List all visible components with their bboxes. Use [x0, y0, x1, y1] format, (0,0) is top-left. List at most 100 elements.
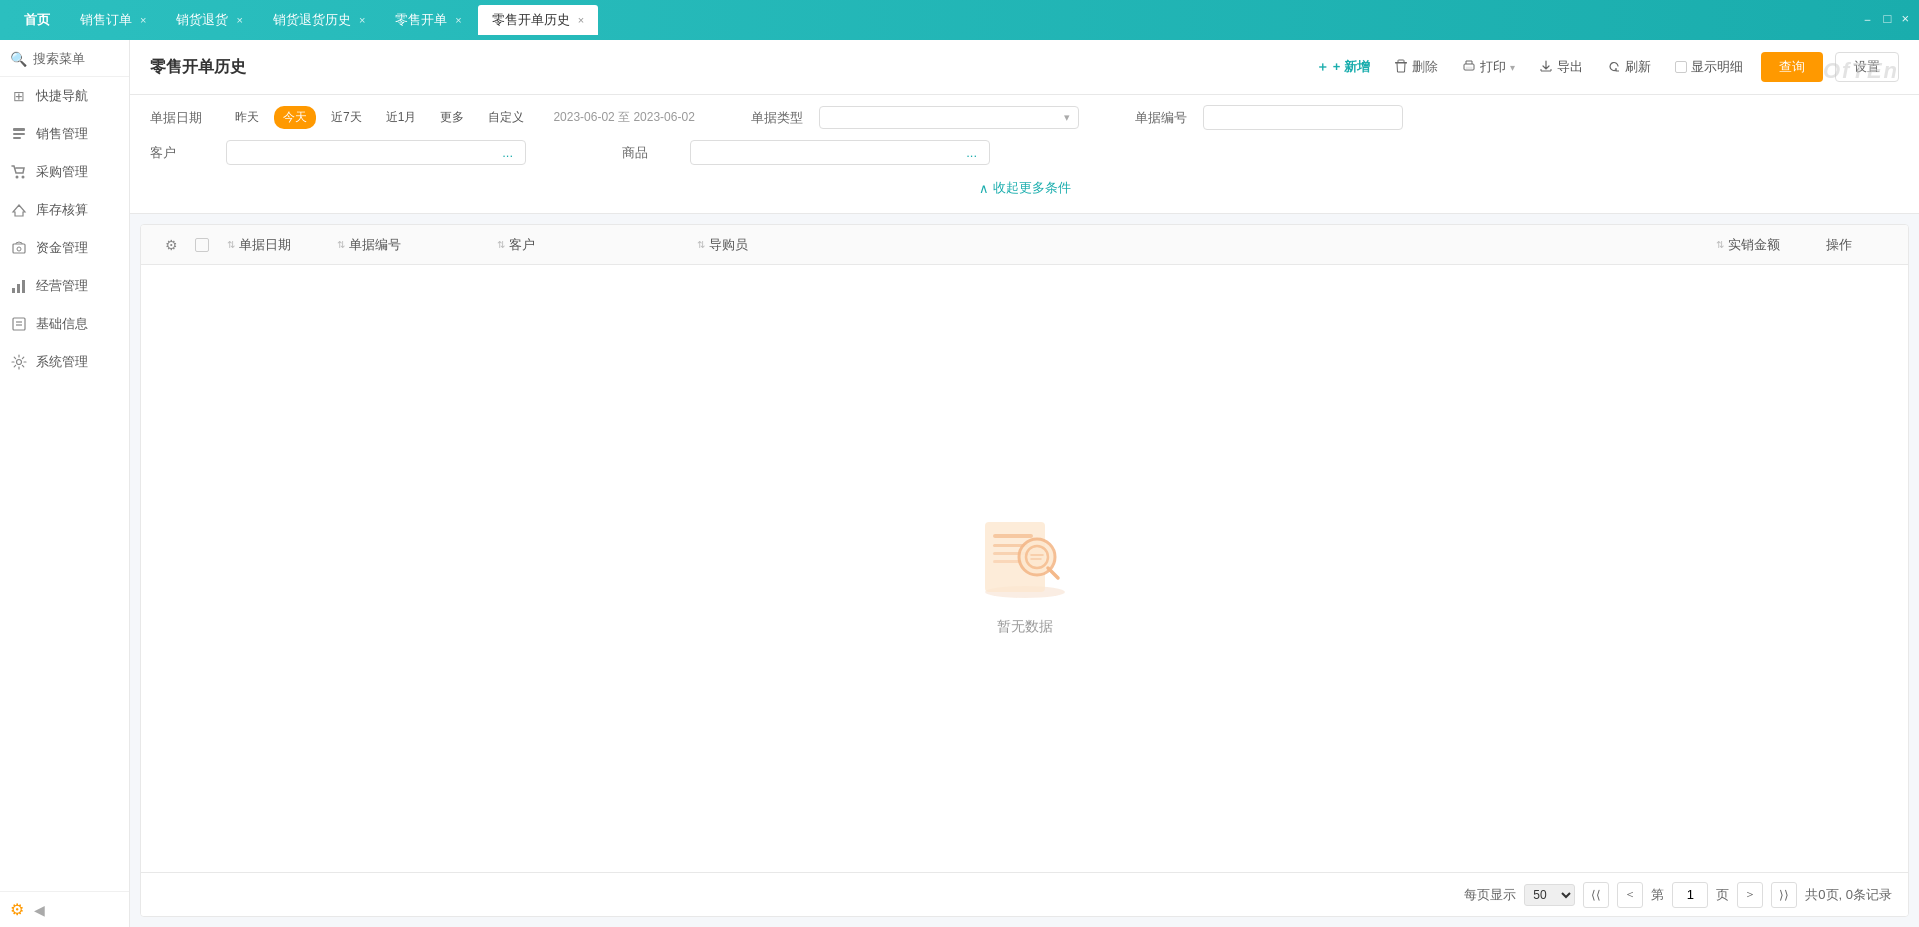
page-title-row: 零售开单历史 ＋ + 新增 删除: [150, 52, 1899, 82]
tab-sales-return-label: 销货退货: [176, 11, 228, 29]
purchase-mgmt-icon: [10, 163, 28, 181]
order-type-select[interactable]: ▾: [819, 106, 1079, 129]
close-button[interactable]: ×: [1901, 11, 1909, 29]
date-btn-today[interactable]: 今天: [274, 106, 316, 129]
svg-rect-7: [12, 288, 15, 293]
select-all-checkbox[interactable]: [195, 238, 209, 252]
export-button[interactable]: 导出: [1533, 54, 1589, 80]
th-action: 操作: [1818, 236, 1898, 254]
tab-retail-open[interactable]: 零售开单 ×: [381, 5, 475, 35]
tab-home[interactable]: 首页: [10, 5, 64, 35]
goods-dots-button[interactable]: ...: [962, 145, 981, 160]
filter-row-date: 单据日期 昨天 今天 近7天 近1月 更多 自定义 2023-06-02 至 2…: [150, 105, 1899, 130]
date-btn-1month[interactable]: 近1月: [377, 106, 426, 129]
order-type-chevron-icon: ▾: [1064, 111, 1070, 124]
last-page-button[interactable]: ⟩⟩: [1771, 882, 1797, 908]
sidebar-item-label: 系统管理: [36, 353, 88, 371]
content-area: 零售开单历史 ＋ + 新增 删除: [130, 40, 1919, 927]
th-order-no: ⇅ 单据编号: [329, 236, 489, 254]
page-header: 零售开单历史 ＋ + 新增 删除: [130, 40, 1919, 95]
sidebar-item-label: 资金管理: [36, 239, 88, 257]
goods-filter-label: 商品: [622, 144, 682, 162]
sys-mgmt-icon: [10, 353, 28, 371]
th-sort-icon[interactable]: ⇅: [227, 239, 235, 250]
sidebar-collapse-button[interactable]: ◀: [34, 902, 45, 918]
sidebar-item-basic-info[interactable]: 基础信息: [0, 305, 129, 343]
add-button[interactable]: ＋ + 新增: [1310, 54, 1376, 80]
date-btn-yesterday[interactable]: 昨天: [226, 106, 268, 129]
sidebar-item-inventory[interactable]: 库存核算: [0, 191, 129, 229]
sidebar: 🔍 搜索菜单 ⊞ 快捷导航 销售管理 采购管理 库存核算: [0, 40, 130, 927]
date-range-display: 2023-06-02 至 2023-06-02: [553, 109, 694, 126]
query-button[interactable]: 查询: [1761, 52, 1823, 82]
tab-sales-return-history[interactable]: 销货退货历史 ×: [259, 5, 379, 35]
sidebar-item-finance[interactable]: 资金管理: [0, 229, 129, 267]
svg-point-13: [17, 360, 22, 365]
per-page-label: 每页显示: [1464, 886, 1516, 904]
sidebar-item-label: 快捷导航: [36, 87, 88, 105]
display-detail-button[interactable]: 显示明细: [1669, 54, 1749, 80]
tab-sales-order-close[interactable]: ×: [140, 14, 146, 26]
customer-input-wrap[interactable]: ...: [226, 140, 526, 165]
delete-button[interactable]: 删除: [1388, 54, 1444, 80]
tab-retail-open-close[interactable]: ×: [455, 14, 461, 26]
date-btn-7days[interactable]: 近7天: [322, 106, 371, 129]
filter-row-customer: 客户 ... 商品 ...: [150, 140, 1899, 165]
column-settings-icon[interactable]: ⚙: [159, 237, 184, 253]
sidebar-item-quick-nav[interactable]: ⊞ 快捷导航: [0, 77, 129, 115]
tab-sales-return-history-close[interactable]: ×: [359, 14, 365, 26]
th-checkbox-cell: [187, 238, 219, 252]
sidebar-item-sales-mgmt[interactable]: 销售管理: [0, 115, 129, 153]
filter-area: 单据日期 昨天 今天 近7天 近1月 更多 自定义 2023-06-02 至 2…: [130, 95, 1919, 214]
first-page-button[interactable]: ⟨⟨: [1583, 882, 1609, 908]
th-sort-icon[interactable]: ⇅: [497, 239, 505, 250]
th-sort-icon[interactable]: ⇅: [697, 239, 705, 250]
svg-rect-16: [1466, 67, 1472, 69]
sidebar-item-operation[interactable]: 经营管理: [0, 267, 129, 305]
date-btn-custom[interactable]: 自定义: [479, 106, 533, 129]
operation-icon: [10, 277, 28, 295]
export-label: 导出: [1557, 58, 1583, 76]
tab-sales-order[interactable]: 销售订单 ×: [66, 5, 160, 35]
print-dropdown-icon[interactable]: ▾: [1510, 62, 1515, 73]
svg-point-4: [22, 176, 25, 179]
svg-line-25: [1048, 568, 1058, 578]
print-label: 打印: [1480, 58, 1506, 76]
sidebar-item-label: 库存核算: [36, 201, 88, 219]
minimize-button[interactable]: －: [1861, 11, 1874, 29]
th-order-no-label: 单据编号: [349, 236, 401, 254]
th-customer-label: 客户: [509, 236, 535, 254]
page-number-input[interactable]: 1: [1672, 882, 1708, 908]
goods-input-wrap[interactable]: ...: [690, 140, 990, 165]
maximize-button[interactable]: □: [1884, 11, 1892, 29]
toolbar: ＋ + 新增 删除 打印 ▾: [1310, 52, 1899, 82]
print-button[interactable]: 打印 ▾: [1456, 54, 1521, 80]
setting-button[interactable]: 设置: [1835, 52, 1899, 82]
sidebar-gear-button[interactable]: ⚙: [10, 900, 24, 919]
next-page-button[interactable]: ＞: [1737, 882, 1763, 908]
sidebar-item-label: 销售管理: [36, 125, 88, 143]
refresh-button[interactable]: 刷新: [1601, 54, 1657, 80]
finance-icon: [10, 239, 28, 257]
date-btn-more[interactable]: 更多: [431, 106, 473, 129]
tab-sales-return-close[interactable]: ×: [236, 14, 242, 26]
table-area: ⚙ ⇅ 单据日期 ⇅ 单据编号 ⇅ 客户 ⇅: [140, 224, 1909, 917]
delete-icon: [1394, 59, 1408, 76]
sidebar-item-label: 基础信息: [36, 315, 88, 333]
add-label: + 新增: [1333, 58, 1370, 76]
tab-retail-open-history-close[interactable]: ×: [578, 14, 584, 26]
th-sort-icon[interactable]: ⇅: [1716, 239, 1724, 250]
tab-retail-open-history[interactable]: 零售开单历史 ×: [478, 5, 598, 35]
per-page-select[interactable]: 50 100 200: [1524, 884, 1575, 906]
tab-sales-return[interactable]: 销货退货 ×: [162, 5, 256, 35]
order-no-filter: 单据编号: [1135, 105, 1403, 130]
sidebar-item-purchase-mgmt[interactable]: 采购管理: [0, 153, 129, 191]
svg-rect-5: [13, 244, 25, 253]
order-no-input[interactable]: [1203, 105, 1403, 130]
sidebar-search[interactable]: 🔍 搜索菜单: [0, 40, 129, 77]
sidebar-item-sys-mgmt[interactable]: 系统管理: [0, 343, 129, 381]
collapse-more-button[interactable]: ∧ 收起更多条件: [150, 175, 1899, 203]
prev-page-button[interactable]: ＜: [1617, 882, 1643, 908]
customer-dots-button[interactable]: ...: [498, 145, 517, 160]
th-sort-icon[interactable]: ⇅: [337, 239, 345, 250]
